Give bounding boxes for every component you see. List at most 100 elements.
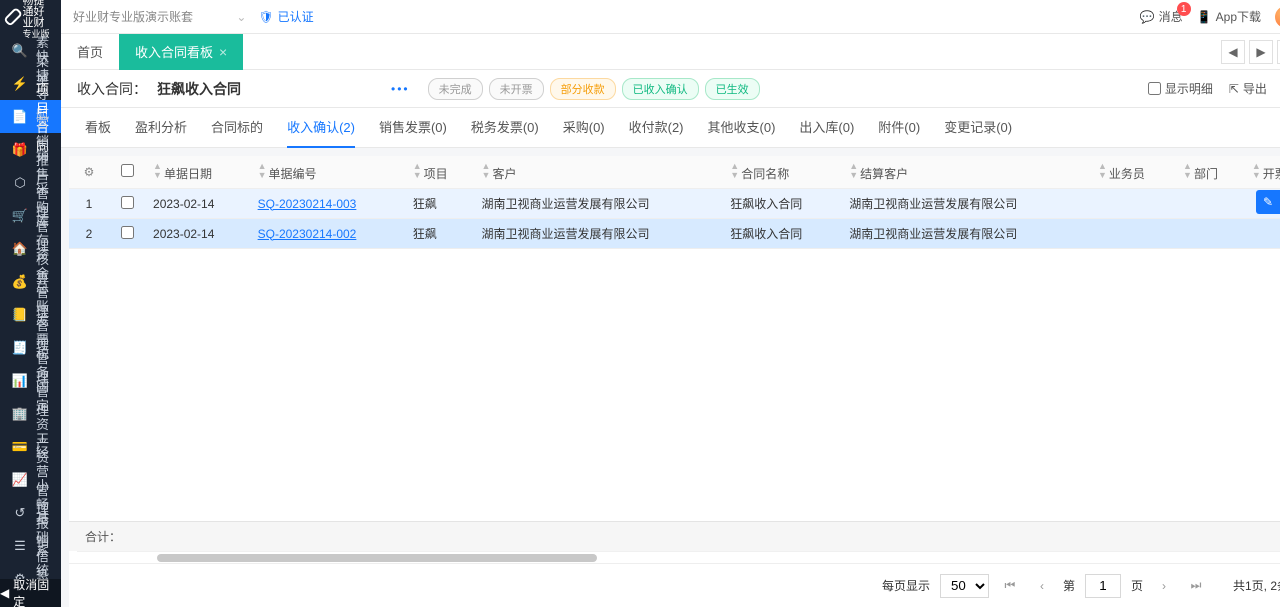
gear-icon: ⚙: [84, 165, 95, 179]
sidebar-item-经营管理[interactable]: 📈经营管理: [0, 463, 61, 496]
sidebar-item-工资[interactable]: 💳工资: [0, 430, 61, 463]
subtab-出入库(0)[interactable]: 出入库(0): [799, 107, 854, 148]
tenant-selector[interactable]: 好业财专业版演示账套 ⌄: [73, 8, 246, 25]
sort-icon: ▲▼: [849, 162, 858, 180]
column-header-合同名称[interactable]: ▲▼合同名称: [722, 156, 841, 189]
subtab-采购(0)[interactable]: 采购(0): [563, 107, 605, 148]
scrollbar-thumb[interactable]: [157, 554, 597, 562]
cell-dept: [1175, 189, 1244, 219]
subtab-税务发票(0)[interactable]: 税务发票(0): [471, 107, 539, 148]
first-page-button[interactable]: ⏮: [999, 575, 1021, 597]
nav-label: 系统管理: [36, 541, 49, 580]
last-page-button[interactable]: ⏭: [1185, 575, 1207, 597]
export-icon: ⇱: [1229, 82, 1239, 96]
message-count-badge: 1: [1177, 2, 1191, 16]
sidebar-item-快捷导航[interactable]: ⚡快捷导航: [0, 67, 61, 100]
sort-icon: ▲▼: [1183, 162, 1192, 180]
nav-icon: 🔍: [12, 43, 28, 59]
sidebar-item-发票管理[interactable]: 🧾发票管理: [0, 331, 61, 364]
sidebar-item-销售管理[interactable]: ⬡销售管理: [0, 166, 61, 199]
subtab-合同标的[interactable]: 合同标的: [211, 107, 263, 148]
sidebar-item-税务管理[interactable]: 📊税务管理: [0, 364, 61, 397]
show-detail-checkbox[interactable]: [1148, 82, 1161, 95]
sidebar-item-固定资产[interactable]: 🏢固定资产: [0, 397, 61, 430]
cell-settle: 湖南卫视商业运营发展有限公司: [841, 219, 1090, 249]
subtab-收付款(2)[interactable]: 收付款(2): [629, 107, 684, 148]
sidebar-item-搜素菜单[interactable]: 🔍搜素菜单: [0, 34, 61, 67]
unpin-button[interactable]: ◀ 取消固定: [0, 579, 61, 607]
nav-icon: ↺: [12, 505, 28, 521]
column-header-单据编号[interactable]: ▲▼单据编号: [250, 156, 405, 189]
subtab-收入确认(2)[interactable]: 收入确认(2): [287, 107, 355, 148]
cell-customer: 湖南卫视商业运营发展有限公司: [474, 189, 723, 219]
sum-row: 合计：: [69, 521, 1280, 551]
close-icon[interactable]: ×: [219, 44, 227, 60]
sidebar-item-基础信息[interactable]: ☰基础信息: [0, 529, 61, 562]
sidebar-item-小畅报销[interactable]: ↺小畅报销: [0, 496, 61, 529]
more-icon[interactable]: •••: [391, 82, 410, 96]
nav-icon: 🧾: [12, 340, 28, 356]
cell-project: 狂飙: [405, 189, 474, 219]
export-button[interactable]: ⇱ 导出: [1229, 80, 1267, 97]
row-index: 2: [69, 219, 109, 249]
subtab-销售发票(0)[interactable]: 销售发票(0): [379, 107, 447, 148]
settings-column-header[interactable]: ⚙: [69, 156, 109, 189]
app-download-button[interactable]: 📱 App下载: [1197, 8, 1261, 25]
subtab-其他收支(0)[interactable]: 其他收支(0): [708, 107, 776, 148]
user-menu[interactable]: 珠珠: [1275, 6, 1280, 28]
row-checkbox[interactable]: [121, 226, 134, 239]
next-page-button[interactable]: ›: [1153, 575, 1175, 597]
horizontal-scrollbar[interactable]: [77, 551, 1280, 563]
subtab-盈利分析[interactable]: 盈利分析: [135, 107, 187, 148]
tab-首页[interactable]: 首页: [61, 34, 119, 70]
column-header-结算客户[interactable]: ▲▼结算客户: [841, 156, 1090, 189]
sidebar-item-采购管理[interactable]: 🛒采购管理: [0, 199, 61, 232]
cell-sales: [1090, 219, 1175, 249]
messages-button[interactable]: 💬 消息 1: [1140, 8, 1183, 25]
sort-icon: ▲▼: [1252, 162, 1261, 180]
main-area: 好业财专业版演示账套 ⌄ 🛡 已认证 💬 消息 1 📱 App下载: [61, 0, 1280, 607]
doc-link[interactable]: SQ-20230214-003: [258, 197, 357, 211]
tabs-prev-button[interactable]: ◀: [1221, 40, 1245, 64]
show-detail-toggle[interactable]: 显示明细: [1148, 80, 1213, 97]
tabs-next-button[interactable]: ▶: [1249, 40, 1273, 64]
column-header-业务员[interactable]: ▲▼业务员: [1090, 156, 1175, 189]
cell-date: 2023-02-14: [145, 219, 250, 249]
prev-page-button[interactable]: ‹: [1031, 575, 1053, 597]
doc-link[interactable]: SQ-20230214-002: [258, 227, 357, 241]
table-row[interactable]: 22023-02-14SQ-20230214-002狂飙湖南卫视商业运营发展有限…: [69, 219, 1280, 249]
chevron-down-icon: ⌄: [236, 10, 246, 24]
tab-收入合同看板[interactable]: 收入合同看板×: [119, 34, 243, 70]
column-header-客户[interactable]: ▲▼客户: [474, 156, 723, 189]
sidebar-item-资金管理[interactable]: 💰资金管理: [0, 265, 61, 298]
status-pill-未开票: 未开票: [489, 78, 544, 100]
sidebar-item-项目合同[interactable]: 📄项目合同: [0, 100, 61, 133]
select-all-checkbox[interactable]: [121, 164, 134, 177]
subtab-变更记录(0)[interactable]: 变更记录(0): [944, 107, 1012, 148]
column-header-开票日[interactable]: ▲▼开票日: [1244, 156, 1280, 189]
sidebar-item-库存核算[interactable]: 🏠库存核算: [0, 232, 61, 265]
data-table: ⚙ ▲▼单据日期▲▼单据编号▲▼项目▲▼客户▲▼合同名称▲▼结算客户▲▼业务员▲…: [69, 156, 1280, 249]
contract-name: 狂飙收入合同: [157, 79, 241, 99]
column-header-部门[interactable]: ▲▼部门: [1175, 156, 1244, 189]
subtab-看板[interactable]: 看板: [85, 107, 111, 148]
pin-icon: ◀: [0, 586, 9, 600]
row-checkbox[interactable]: [121, 196, 134, 209]
page-input[interactable]: [1085, 574, 1121, 598]
title-row: 收入合同： 狂飙收入合同 ••• 未完成未开票部分收款已收入确认已生效 显示明细…: [61, 70, 1280, 108]
nav-icon: 📊: [12, 373, 28, 389]
column-header-单据日期[interactable]: ▲▼单据日期: [145, 156, 250, 189]
right-drawer-toggle[interactable]: ✎: [1256, 190, 1280, 214]
select-all-header[interactable]: [109, 156, 145, 189]
subtab-附件(0)[interactable]: 附件(0): [878, 107, 920, 148]
brand-logo: 畅捷通好业财 专业版: [0, 0, 61, 34]
sidebar-item-营销推广[interactable]: 🎁营销推广: [0, 133, 61, 166]
status-pill-部分收款: 部分收款: [550, 78, 616, 100]
top-header: 好业财专业版演示账套 ⌄ 🛡 已认证 💬 消息 1 📱 App下载: [61, 0, 1280, 34]
table-row[interactable]: 12023-02-14SQ-20230214-003狂飙湖南卫视商业运营发展有限…: [69, 189, 1280, 219]
column-header-项目[interactable]: ▲▼项目: [405, 156, 474, 189]
sidebar-item-总账管理[interactable]: 📒总账管理: [0, 298, 61, 331]
nav-icon: ⚡: [12, 76, 28, 92]
per-page-select[interactable]: 50: [940, 574, 989, 598]
shield-icon: 🛡: [258, 10, 273, 24]
